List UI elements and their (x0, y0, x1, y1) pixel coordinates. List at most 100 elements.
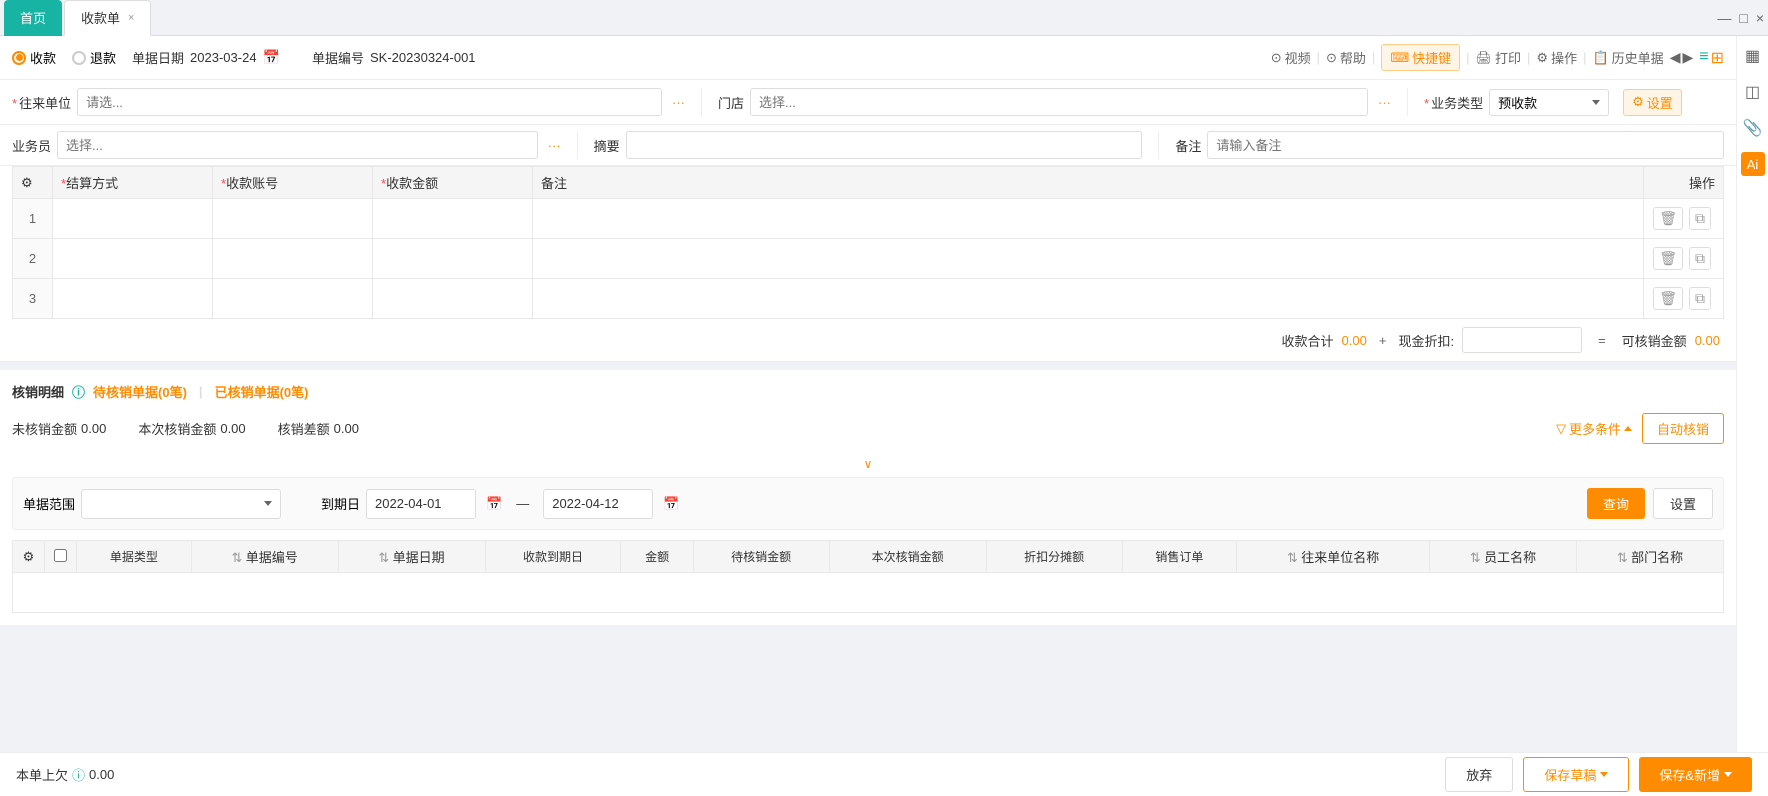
sort-icon4: ⇅ (1470, 550, 1481, 565)
table-settings-gear-icon[interactable]: ⚙ (21, 175, 33, 190)
business-type-select[interactable]: 预收款 (1489, 89, 1609, 116)
more-conditions-btn[interactable]: ▽ 更多条件 (1556, 419, 1632, 438)
row-1-delete-btn[interactable]: 🗑 (1653, 207, 1683, 230)
abandon-button[interactable]: 放弃 (1445, 757, 1513, 792)
save-new-button[interactable]: 保存&新增 (1639, 757, 1752, 792)
row-1-remarks[interactable] (533, 199, 1644, 239)
store-input[interactable] (750, 88, 1368, 116)
cash-discount-label: 现金折扣: (1398, 331, 1454, 350)
history-link[interactable]: 📋 历史单据 (1592, 48, 1663, 67)
sep1: | (1317, 50, 1320, 65)
data-table-container: ⚙ *结算方式 *收款账号 *收款金额 备注 操作 (0, 166, 1736, 319)
store-more-icon[interactable]: ··· (1378, 95, 1391, 110)
window-close-btn[interactable]: × (1756, 10, 1764, 26)
counterpart-more-icon[interactable]: ··· (672, 95, 685, 110)
row-2-amount[interactable] (373, 239, 533, 279)
prev-arrow[interactable]: ◀ (1670, 49, 1681, 66)
tab-home[interactable]: 首页 (4, 0, 62, 36)
row-2-delete-btn[interactable]: 🗑 (1653, 247, 1683, 270)
sidebar-icon-ai[interactable]: Ai (1741, 152, 1765, 176)
window-minimize-btn[interactable]: — (1717, 10, 1731, 26)
unverified-value: 0.00 (81, 421, 106, 436)
row-1-copy-btn[interactable]: ⧉ (1689, 207, 1711, 230)
verif-diff-field: 核销差额 0.00 (278, 419, 359, 438)
row-2-remarks[interactable] (533, 239, 1644, 279)
footer-actions: 放弃 保存草稿 保存&新增 (1445, 757, 1752, 792)
range-select[interactable] (81, 489, 281, 519)
radio-shoukuan[interactable]: 收款 (12, 48, 56, 67)
print-link[interactable]: 🖨 打印 (1476, 48, 1522, 67)
sidebar-icon-clip[interactable]: 📎 (1741, 116, 1765, 140)
video-link[interactable]: ⊙ 视频 (1271, 48, 1311, 67)
btcol-pending-verif: 待核销金额 (693, 541, 829, 573)
row-2-account[interactable] (213, 239, 373, 279)
abstract-group: 摘要 (594, 131, 1143, 159)
verified-tab[interactable]: 已核销单据(0笔) (215, 382, 309, 401)
row-3-amount[interactable] (373, 279, 533, 319)
row-2-payment[interactable] (53, 239, 213, 279)
video-label: 视频 (1285, 48, 1311, 67)
calendar-icon-to[interactable]: 📅 (663, 496, 679, 512)
operate-link[interactable]: ⚙ 操作 (1536, 48, 1577, 67)
row-2-copy-btn[interactable]: ⧉ (1689, 247, 1711, 270)
tab-close-icon[interactable]: × (128, 12, 134, 24)
draft-chevron (1600, 772, 1608, 777)
help-link[interactable]: ⊙ 帮助 (1326, 48, 1366, 67)
table-settings-button[interactable]: 设置 (1653, 488, 1713, 519)
tab-active[interactable]: 收款单 × (64, 0, 151, 36)
collapse-arrow[interactable]: ∨ (12, 456, 1724, 471)
row-3-account[interactable] (213, 279, 373, 319)
sidebar-icon-doc[interactable]: ◫ (1741, 80, 1765, 104)
payment-type-radio-group: 收款 退款 (12, 48, 116, 67)
row-num-1: 1 (13, 199, 53, 239)
remarks-input[interactable] (1207, 131, 1724, 159)
btcol-settings[interactable]: ⚙ (13, 541, 45, 573)
list-view-btn[interactable]: ≡ (1699, 48, 1708, 68)
calendar-icon-from[interactable]: 📅 (486, 496, 502, 512)
query-actions: 查询 设置 (1587, 488, 1713, 519)
staff-more-icon[interactable]: ··· (548, 138, 561, 153)
btcol-staff: ⇅ 员工名称 (1430, 541, 1577, 573)
bt-settings-icon[interactable]: ⚙ (23, 549, 35, 564)
due-date-to-input[interactable] (543, 489, 653, 519)
range-field: 单据范围 (23, 489, 281, 519)
select-all-checkbox[interactable] (54, 549, 67, 562)
row-3-payment[interactable] (53, 279, 213, 319)
form-fields-row1: 往来单位 ··· 门店 ··· 业务类型 预收款 ⚙ 设置 (0, 80, 1736, 125)
shortcut-icon: ⌨ (1390, 50, 1409, 66)
radio-tuikuan-label: 退款 (90, 48, 116, 67)
row-3-remarks[interactable] (533, 279, 1644, 319)
row-1-amount[interactable] (373, 199, 533, 239)
pending-tab[interactable]: 待核销单据(0笔) (93, 382, 187, 401)
footer-info-icon[interactable]: ⓘ (72, 765, 85, 784)
date-calendar-icon[interactable]: 📅 (263, 49, 280, 66)
radio-tuikuan[interactable]: 退款 (72, 48, 116, 67)
due-date-from-input[interactable] (366, 489, 476, 519)
next-arrow[interactable]: ▶ (1682, 49, 1693, 66)
btcol-dept: ⇅ 部门名称 (1576, 541, 1723, 573)
cash-discount-input[interactable] (1462, 327, 1582, 353)
auto-verif-button[interactable]: 自动核销 (1642, 413, 1724, 444)
sidebar-icon-table[interactable]: ▦ (1741, 44, 1765, 68)
window-restore-btn[interactable]: □ (1739, 10, 1747, 26)
verif-summary-values: 未核销金额 0.00 本次核销金额 0.00 核销差额 0.00 (12, 411, 359, 446)
abstract-input[interactable] (626, 131, 1143, 159)
section-info-icon[interactable]: ⓘ (72, 382, 85, 401)
row-3-copy-btn[interactable]: ⧉ (1689, 287, 1711, 310)
grid-view-btn[interactable]: ⊞ (1711, 48, 1724, 68)
counterpart-input[interactable] (77, 88, 662, 116)
row-1-payment[interactable] (53, 199, 213, 239)
save-draft-button[interactable]: 保存草稿 (1523, 757, 1629, 792)
help-label: 帮助 (1340, 48, 1366, 67)
settings-button[interactable]: ⚙ 设置 (1623, 89, 1682, 116)
shortcut-btn[interactable]: ⌨ 快捷键 (1381, 44, 1460, 71)
history-label: 历史单据 (1612, 48, 1664, 67)
row-3-delete-btn[interactable]: 🗑 (1653, 287, 1683, 310)
col-settings-header[interactable]: ⚙ (13, 167, 53, 199)
current-verif-field: 本次核销金额 0.00 (138, 419, 245, 438)
staff-input[interactable] (57, 131, 538, 159)
range-select-chevron (264, 501, 272, 506)
table-row: 1 🗑 ⧉ (13, 199, 1724, 239)
query-button[interactable]: 查询 (1587, 488, 1645, 519)
row-1-account[interactable] (213, 199, 373, 239)
